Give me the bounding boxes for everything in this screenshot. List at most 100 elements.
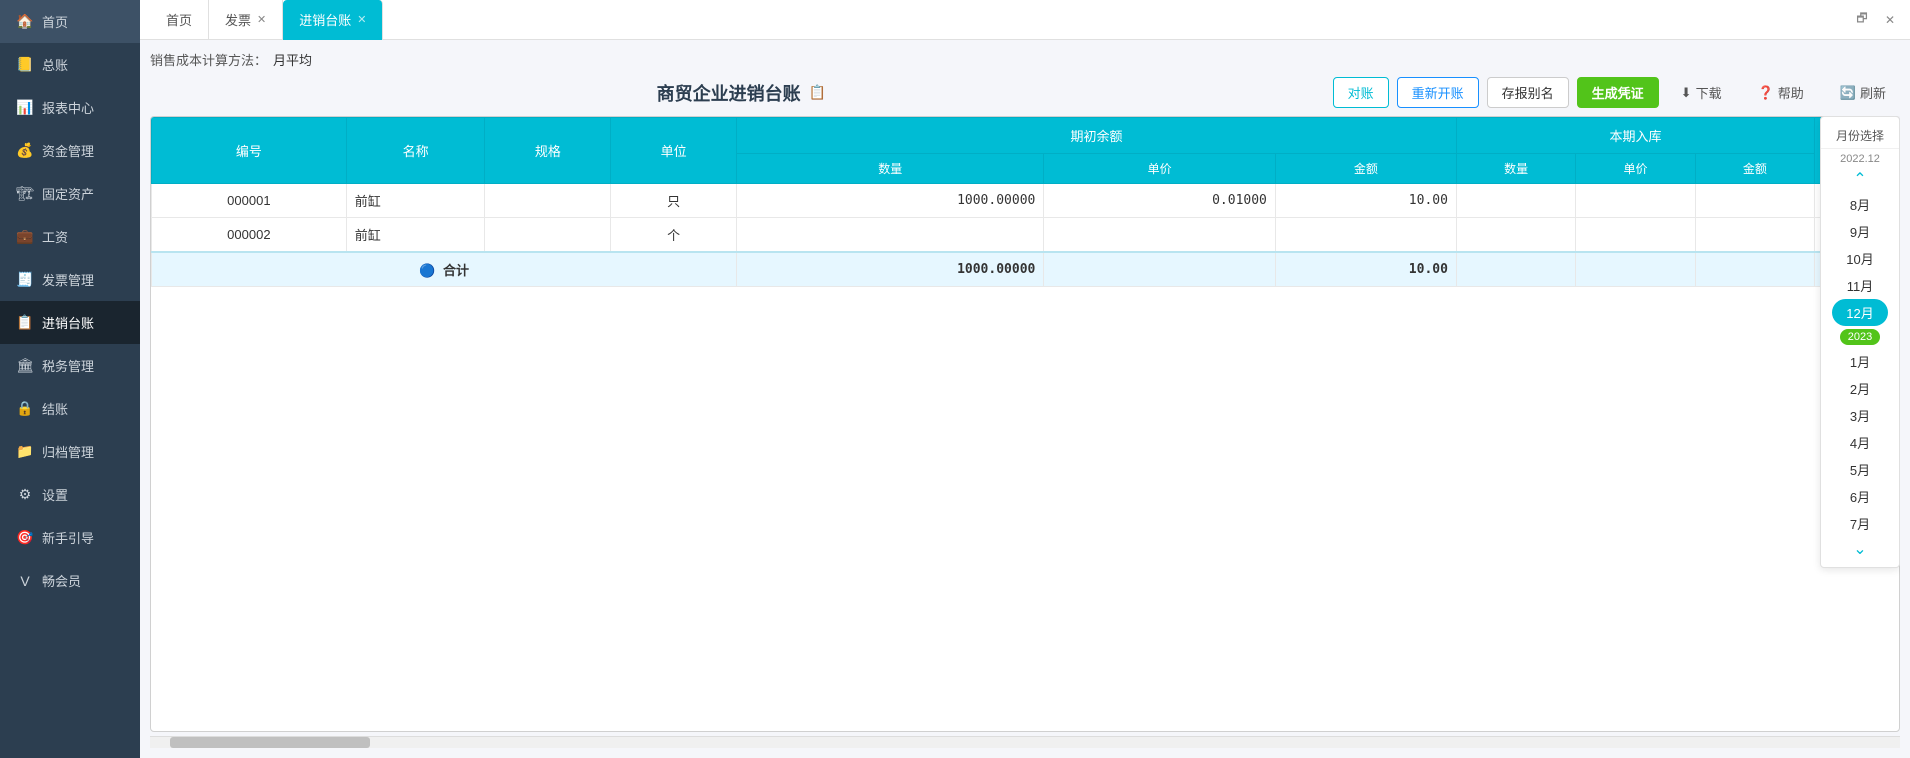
cell-code: 000002 bbox=[152, 218, 347, 253]
cell-price-in bbox=[1576, 218, 1695, 253]
sidebar-item-beginner-guide[interactable]: 🎯 新手引导 bbox=[0, 516, 140, 559]
col-sub-price-in: 单价 bbox=[1576, 154, 1695, 184]
sidebar-item-invoice-management[interactable]: 🧾 发票管理 bbox=[0, 258, 140, 301]
cell-qty-begin bbox=[737, 218, 1044, 253]
table-container: 编号 名称 规格 单位 期初余额 本期入库 数 数量 单价 金额 数 bbox=[150, 116, 1900, 732]
tab-invoice-close[interactable]: ✕ bbox=[257, 13, 266, 26]
window-controls: 🗗 ✕ bbox=[1852, 10, 1900, 30]
sidebar-item-tax-management[interactable]: 🏛 税务管理 bbox=[0, 344, 140, 387]
sidebar-item-label: 报表中心 bbox=[42, 98, 94, 117]
cell-amount-begin bbox=[1275, 218, 1456, 253]
col-header-code: 编号 bbox=[152, 118, 347, 184]
tab-invoice[interactable]: 发票 ✕ bbox=[209, 0, 283, 40]
cell-amount-in bbox=[1695, 218, 1814, 253]
month-item-4[interactable]: 4月 bbox=[1821, 429, 1899, 456]
total-qty-begin: 1000.00000 bbox=[737, 252, 1044, 287]
sidebar-item-report-center[interactable]: 📊 报表中心 bbox=[0, 86, 140, 129]
reopen-button[interactable]: 重新开账 bbox=[1397, 77, 1479, 108]
sidebar-item-label: 发票管理 bbox=[42, 270, 94, 289]
help-button[interactable]: ❓ 帮助 bbox=[1744, 78, 1818, 107]
month-item-3[interactable]: 3月 bbox=[1821, 402, 1899, 429]
sidebar-item-label: 资金管理 bbox=[42, 141, 94, 160]
month-scroll-up[interactable]: ⌃ bbox=[1851, 167, 1868, 191]
toolbar: 商贸企业进销台账 📋 对账 重新开账 存报别名 生成凭证 ⬇ 下载 ❓ 帮助 bbox=[150, 77, 1900, 108]
total-qty-in bbox=[1456, 252, 1575, 287]
month-item-9[interactable]: 9月 bbox=[1821, 218, 1899, 245]
page-title: 商贸企业进销台账 📋 bbox=[657, 80, 826, 106]
cell-name: 前缸 bbox=[346, 218, 485, 253]
total-amount-begin: 10.00 bbox=[1275, 252, 1456, 287]
info-bar: 销售成本计算方法： 月平均 bbox=[150, 50, 1900, 69]
cell-amount-begin: 10.00 bbox=[1275, 184, 1456, 218]
total-price-begin bbox=[1044, 252, 1276, 287]
tab-purchase-sales-close[interactable]: ✕ bbox=[357, 13, 366, 26]
payroll-icon: 💼 bbox=[16, 228, 34, 245]
ledger-icon: 📒 bbox=[16, 56, 34, 73]
month-item-2[interactable]: 2月 bbox=[1821, 375, 1899, 402]
member-icon: V bbox=[16, 573, 34, 589]
cell-qty-in bbox=[1456, 184, 1575, 218]
close-button[interactable]: ✕ bbox=[1880, 10, 1900, 30]
month-item-6[interactable]: 6月 bbox=[1821, 483, 1899, 510]
sidebar-item-member[interactable]: V 畅会员 bbox=[0, 559, 140, 602]
month-item-11[interactable]: 11月 bbox=[1821, 272, 1899, 299]
month-item-1[interactable]: 1月 bbox=[1821, 348, 1899, 375]
generate-voucher-button[interactable]: 生成凭证 bbox=[1577, 77, 1659, 108]
col-header-period-in: 本期入库 bbox=[1456, 118, 1814, 154]
cell-unit: 只 bbox=[611, 184, 737, 218]
month-item-7[interactable]: 7月 bbox=[1821, 510, 1899, 537]
sidebar-item-settings[interactable]: ⚙ 设置 bbox=[0, 473, 140, 516]
col-sub-price-begin: 单价 bbox=[1044, 154, 1276, 184]
sidebar-item-payroll[interactable]: 💼 工资 bbox=[0, 215, 140, 258]
cell-unit: 个 bbox=[611, 218, 737, 253]
data-table: 编号 名称 规格 单位 期初余额 本期入库 数 数量 单价 金额 数 bbox=[151, 117, 1899, 287]
closing-icon: 🔒 bbox=[16, 400, 34, 417]
month-item-10[interactable]: 10月 bbox=[1821, 245, 1899, 272]
tab-home-label: 首页 bbox=[166, 10, 192, 29]
month-scroll-down[interactable]: ⌄ bbox=[1851, 537, 1868, 561]
settings-icon: ⚙ bbox=[16, 486, 34, 503]
title-text: 商贸企业进销台账 bbox=[657, 80, 801, 106]
cell-qty-in bbox=[1456, 218, 1575, 253]
download-button[interactable]: ⬇ 下载 bbox=[1667, 78, 1736, 107]
guide-icon: 🎯 bbox=[16, 529, 34, 546]
cell-spec bbox=[485, 184, 611, 218]
month-item-8[interactable]: 8月 bbox=[1821, 191, 1899, 218]
download-icon: ⬇ bbox=[1681, 85, 1692, 101]
duizhang-button[interactable]: 对账 bbox=[1333, 77, 1389, 108]
sidebar-item-label: 归档管理 bbox=[42, 442, 94, 461]
sidebar-item-closing[interactable]: 🔒 结账 bbox=[0, 387, 140, 430]
sidebar-item-home[interactable]: 🏠 首页 bbox=[0, 0, 140, 43]
sidebar-item-general-ledger[interactable]: 📒 总账 bbox=[0, 43, 140, 86]
tab-home[interactable]: 首页 bbox=[150, 0, 209, 40]
cell-qty-begin: 1000.00000 bbox=[737, 184, 1044, 218]
col-header-beginning-balance: 期初余额 bbox=[737, 118, 1457, 154]
cell-name: 前缸 bbox=[346, 184, 485, 218]
save-alias-button[interactable]: 存报别名 bbox=[1487, 77, 1569, 108]
refresh-icon: 🔄 bbox=[1840, 85, 1856, 101]
archive-icon: 📁 bbox=[16, 443, 34, 460]
title-icon: 📋 bbox=[809, 84, 826, 101]
total-amount-in bbox=[1695, 252, 1814, 287]
col-header-name: 名称 bbox=[346, 118, 485, 184]
refresh-button[interactable]: 🔄 刷新 bbox=[1826, 78, 1900, 107]
cost-method-label: 销售成本计算方法： bbox=[150, 50, 267, 69]
month-item-5[interactable]: 5月 bbox=[1821, 456, 1899, 483]
sidebar: 🏠 首页 📒 总账 📊 报表中心 💰 资金管理 🏗 固定资产 💼 工资 🧾 发票… bbox=[0, 0, 140, 758]
sidebar-item-fund-management[interactable]: 💰 资金管理 bbox=[0, 129, 140, 172]
col-header-spec: 规格 bbox=[485, 118, 611, 184]
month-panel-year-2022: 2022.12 bbox=[1840, 151, 1880, 167]
sidebar-item-label: 首页 bbox=[42, 12, 68, 31]
sidebar-item-purchase-sales[interactable]: 📋 进销台账 bbox=[0, 301, 140, 344]
total-icon: 🔵 bbox=[419, 263, 435, 278]
sidebar-item-fixed-assets[interactable]: 🏗 固定资产 bbox=[0, 172, 140, 215]
col-header-unit: 单位 bbox=[611, 118, 737, 184]
sidebar-item-label: 税务管理 bbox=[42, 356, 94, 375]
cell-price-begin: 0.01000 bbox=[1044, 184, 1276, 218]
sidebar-item-archive-management[interactable]: 📁 归档管理 bbox=[0, 430, 140, 473]
horizontal-scrollbar[interactable] bbox=[150, 736, 1900, 748]
restore-button[interactable]: 🗗 bbox=[1852, 10, 1872, 30]
table-row: 000002 前缸 个 bbox=[152, 218, 1899, 253]
tab-purchase-sales[interactable]: 进销台账 ✕ bbox=[283, 0, 383, 40]
month-item-12-active[interactable]: 12月 bbox=[1832, 299, 1888, 326]
